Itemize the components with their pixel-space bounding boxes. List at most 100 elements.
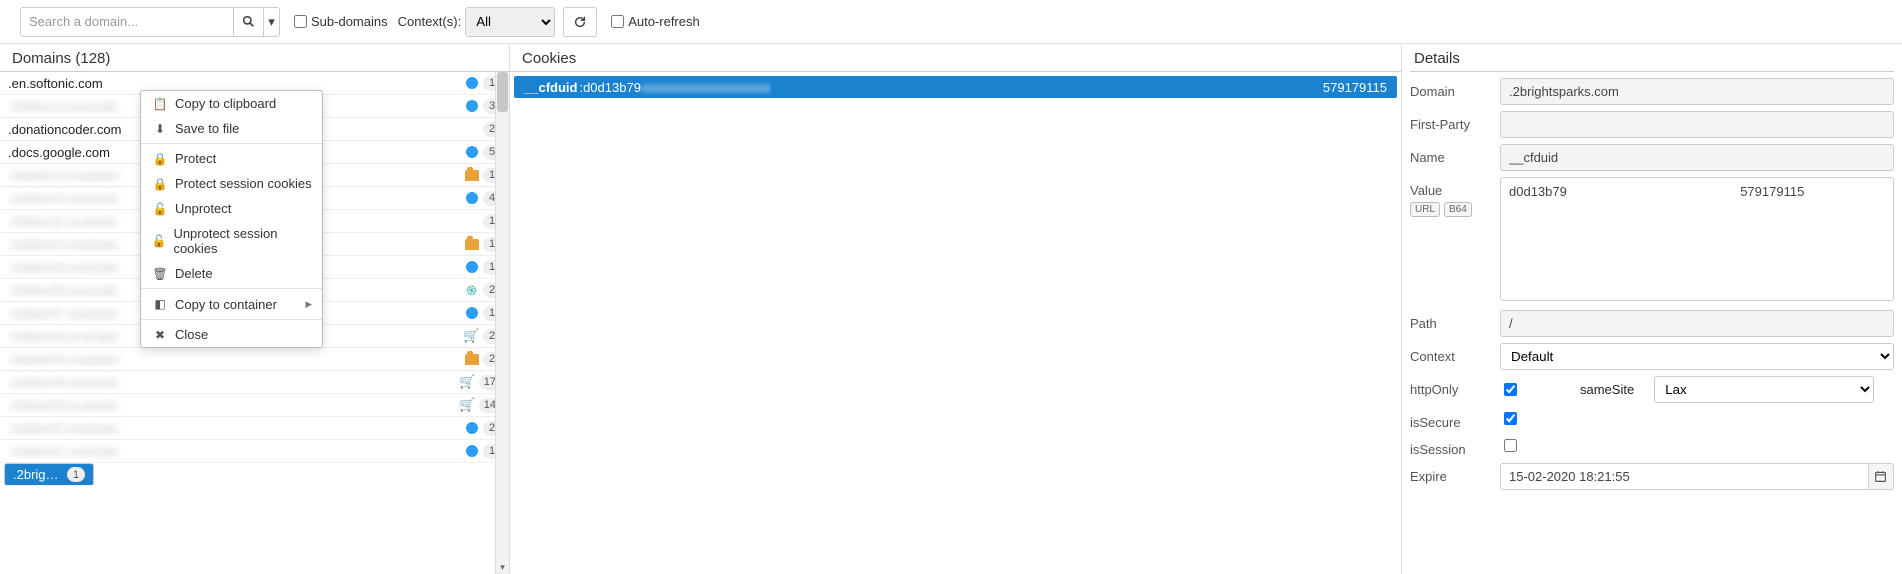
- cookie-value-tail: 579179115: [1323, 80, 1387, 95]
- scroll-thumb[interactable]: [497, 72, 508, 112]
- subdomains-label: Sub-domains: [311, 14, 388, 29]
- contexts-label: Context(s):: [398, 14, 462, 29]
- menu-copy-clipboard[interactable]: 📋Copy to clipboard: [141, 91, 322, 116]
- detail-value-textarea[interactable]: [1500, 177, 1894, 301]
- detail-issecure-label: isSecure: [1410, 409, 1500, 430]
- menu-separator: [141, 143, 322, 144]
- domain-row[interactable]: .hidden05.example2: [0, 348, 509, 371]
- search-icon[interactable]: [233, 8, 263, 36]
- close-icon: ✖: [151, 328, 169, 342]
- domain-search-input[interactable]: [21, 8, 233, 36]
- detail-httponly-checkbox[interactable]: [1504, 383, 1517, 396]
- detail-name-label: Name: [1410, 144, 1500, 165]
- calendar-button[interactable]: [1869, 463, 1894, 490]
- menu-unprotect[interactable]: 🔓Unprotect: [141, 196, 322, 221]
- detail-path-label: Path: [1410, 310, 1500, 331]
- unlock-icon: 🔓: [151, 234, 167, 248]
- menu-delete[interactable]: 🗑Delete: [141, 261, 322, 286]
- detail-path-input[interactable]: [1500, 310, 1894, 337]
- autorefresh-label: Auto-refresh: [628, 14, 700, 29]
- domain-search[interactable]: ▾: [20, 7, 280, 37]
- detail-expire-input[interactable]: [1500, 463, 1869, 490]
- cookie-count-badge: 1: [67, 467, 85, 482]
- subdomains-check-input[interactable]: [294, 15, 307, 28]
- menu-separator: [141, 288, 322, 289]
- cookie-type-swirl-icon: ֍: [464, 283, 479, 298]
- cookie-type-blue-icon: [464, 260, 479, 275]
- calendar-icon: [1874, 470, 1887, 483]
- detail-httponly-label: httpOnly: [1410, 376, 1500, 397]
- domain-row[interactable]: .hidden04.example🛒17: [0, 371, 509, 394]
- domain-context-menu: 📋Copy to clipboard ⬇Save to file 🔒Protec…: [140, 90, 323, 348]
- trash-icon: 🗑: [151, 267, 169, 281]
- lock-icon: 🔒: [151, 152, 169, 166]
- detail-domain-input[interactable]: [1500, 78, 1894, 105]
- domain-name: .hidden02.example: [8, 421, 460, 436]
- domains-scrollbar[interactable]: ▴ ▾: [495, 72, 509, 574]
- domain-row[interactable]: .2brightsparks.com 1: [4, 463, 94, 486]
- detail-issecure-checkbox[interactable]: [1504, 412, 1517, 425]
- download-icon: ⬇: [151, 122, 169, 136]
- cookie-type-blue-icon: [464, 191, 479, 206]
- detail-firstparty-label: First-Party: [1410, 111, 1500, 132]
- cookie-type-cart-icon: 🛒: [464, 329, 479, 344]
- detail-value-label: Value URL B64: [1410, 177, 1500, 217]
- menu-copy-container[interactable]: ◧Copy to container▸: [141, 291, 322, 317]
- detail-issession-label: isSession: [1410, 436, 1500, 457]
- cookie-type-blue-icon: [464, 145, 479, 160]
- domain-row[interactable]: .hidden02.example2: [0, 417, 509, 440]
- detail-samesite-select[interactable]: Lax: [1654, 376, 1874, 403]
- detail-expire-label: Expire: [1410, 463, 1500, 484]
- domain-name: .hidden04.example: [8, 375, 456, 390]
- detail-context-label: Context: [1410, 343, 1500, 364]
- scroll-down-icon[interactable]: ▾: [496, 562, 509, 573]
- domain-name: .2brightsparks.com: [13, 467, 63, 482]
- cookie-row[interactable]: __cfduid :d0d13b79xxxxxxxxxxxxxxxxxxxx 5…: [514, 76, 1397, 98]
- autorefresh-checkbox[interactable]: Auto-refresh: [607, 12, 700, 31]
- clipboard-icon: 📋: [151, 97, 169, 111]
- cookie-type-blue-icon: [464, 421, 479, 436]
- detail-samesite-label: sameSite: [1580, 382, 1634, 397]
- submenu-arrow-icon: ▸: [305, 296, 312, 312]
- detail-firstparty-input[interactable]: [1500, 111, 1894, 138]
- menu-separator: [141, 319, 322, 320]
- domains-list[interactable]: .en.softonic.com1.hidden14.example3.dona…: [0, 72, 509, 574]
- domain-row[interactable]: .hidden03.example🛒14: [0, 394, 509, 417]
- domain-row[interactable]: .hidden01.example1: [0, 440, 509, 463]
- cookie-type-folder-icon: [464, 237, 479, 252]
- domain-name: .en.softonic.com: [8, 76, 460, 91]
- detail-context-select[interactable]: Default: [1500, 343, 1894, 370]
- menu-unprotect-session[interactable]: 🔓Unprotect session cookies: [141, 221, 322, 261]
- container-icon: ◧: [151, 297, 169, 311]
- menu-protect-session[interactable]: 🔒Protect session cookies: [141, 171, 322, 196]
- cookie-type-cart-icon: 🛒: [460, 398, 475, 413]
- autorefresh-check-input[interactable]: [611, 15, 624, 28]
- menu-protect[interactable]: 🔒Protect: [141, 146, 322, 171]
- cookie-type-blue-icon: [464, 306, 479, 321]
- domain-name: .hidden03.example: [8, 398, 456, 413]
- detail-name-input[interactable]: [1500, 144, 1894, 171]
- cookie-type-folder-icon: [464, 352, 479, 367]
- domains-title: Domains (128): [0, 44, 509, 72]
- cookies-title: Cookies: [510, 44, 1401, 72]
- search-dropdown-icon[interactable]: ▾: [263, 8, 279, 36]
- subdomains-checkbox[interactable]: Sub-domains: [290, 12, 388, 31]
- detail-domain-label: Domain: [1410, 78, 1500, 99]
- cookie-value-preview: :d0d13b79xxxxxxxxxxxxxxxxxxxx: [579, 80, 770, 95]
- cookie-type-folder-icon: [464, 168, 479, 183]
- menu-close[interactable]: ✖Close: [141, 322, 322, 347]
- cookie-type-cart-icon: 🛒: [460, 375, 475, 390]
- lock-icon: 🔒: [151, 177, 169, 191]
- cookie-type-blue-icon: [464, 444, 479, 459]
- refresh-icon: [573, 15, 587, 29]
- refresh-button[interactable]: [563, 7, 597, 37]
- cookie-type-blue-icon: [464, 76, 479, 91]
- cookie-key: __cfduid: [524, 80, 577, 95]
- domain-name: .hidden01.example: [8, 444, 460, 459]
- detail-issession-checkbox[interactable]: [1504, 439, 1517, 452]
- domain-name: .hidden05.example: [8, 352, 460, 367]
- menu-save-file[interactable]: ⬇Save to file: [141, 116, 322, 141]
- badge-b64[interactable]: B64: [1444, 202, 1472, 217]
- badge-url[interactable]: URL: [1410, 202, 1440, 217]
- contexts-select[interactable]: All: [465, 7, 555, 37]
